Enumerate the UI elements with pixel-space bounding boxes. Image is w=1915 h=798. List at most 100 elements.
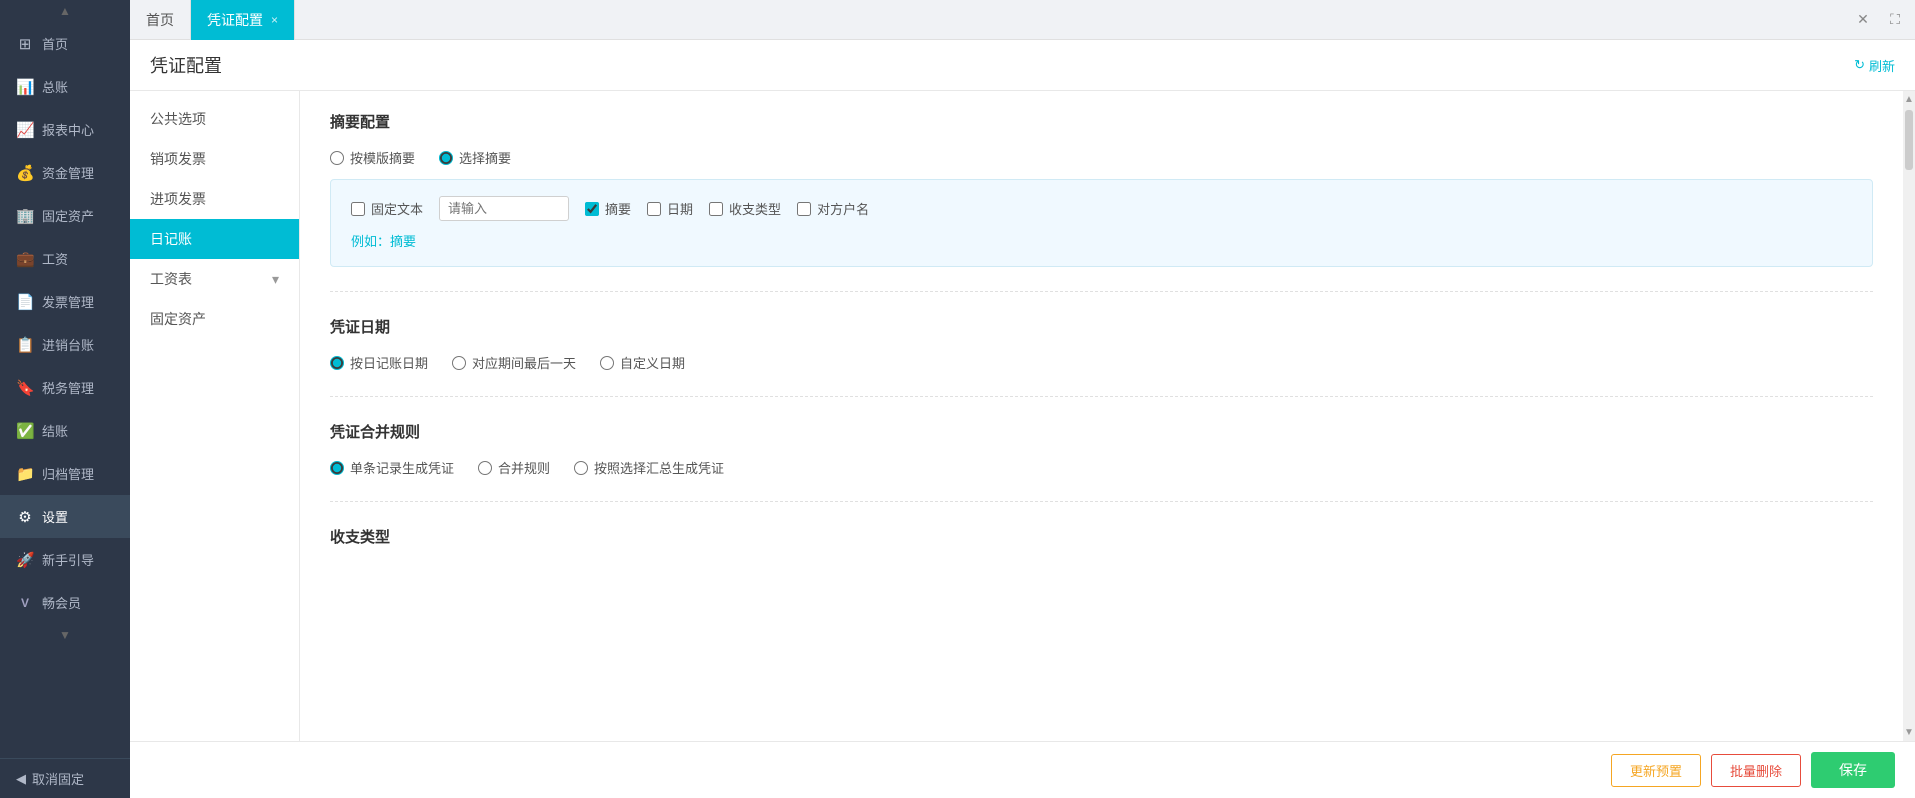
pin-icon: ◀ — [16, 771, 26, 787]
income-type-checkbox[interactable]: 收支类型 — [709, 199, 781, 218]
assets-icon: 🏢 — [16, 207, 34, 225]
sidebar-item-invoice-mgmt[interactable]: 📄 发票管理 — [0, 280, 130, 323]
tax-icon: 🔖 — [16, 379, 34, 397]
tab-voucher-config[interactable]: 凭证配置 × — [191, 0, 295, 40]
date-title: 凭证日期 — [330, 316, 1873, 337]
left-nav-journal[interactable]: 日记账 — [130, 219, 299, 259]
single-record-radio[interactable]: 单条记录生成凭证 — [330, 458, 454, 477]
update-preview-button[interactable]: 更新预置 — [1611, 754, 1701, 787]
left-nav-label: 进项发票 — [150, 189, 206, 209]
left-nav: 公共选项 销项发票 进项发票 日记账 工资表 ▾ 固定资产 — [130, 91, 300, 741]
date-checkbox[interactable]: 日期 — [647, 199, 693, 218]
sidebar-scroll-up[interactable]: ▲ — [0, 0, 130, 22]
merge-rule-label: 合并规则 — [498, 458, 550, 477]
refresh-label: 刷新 — [1869, 56, 1895, 75]
fixed-text-field[interactable] — [439, 196, 569, 221]
tab-close-button[interactable]: × — [271, 13, 278, 27]
income-type-label: 收支类型 — [729, 199, 781, 218]
fixed-text-checkbox[interactable]: 固定文本 — [351, 199, 423, 218]
example-value: 摘要 — [390, 234, 416, 249]
sidebar-item-member[interactable]: V 畅会员 — [0, 581, 130, 624]
page-header: 凭证配置 ↻ 刷新 — [130, 40, 1915, 91]
abstract-select-input[interactable] — [439, 151, 453, 165]
sidebar-item-reports[interactable]: 📈 报表中心 — [0, 108, 130, 151]
single-record-input[interactable] — [330, 461, 344, 475]
abstract-select-label: 选择摘要 — [459, 148, 511, 167]
batch-delete-button[interactable]: 批量删除 — [1711, 754, 1801, 787]
abstract-template-radio[interactable]: 按模版摘要 — [330, 148, 415, 167]
abstract-radio-group: 按模版摘要 选择摘要 — [330, 148, 1873, 167]
income-type-title: 收支类型 — [330, 526, 1873, 547]
select-summary-input[interactable] — [574, 461, 588, 475]
sidebar-item-funds[interactable]: 💰 资金管理 — [0, 151, 130, 194]
tab-home[interactable]: 首页 — [130, 0, 191, 40]
guide-icon: 🚀 — [16, 551, 34, 569]
abstract-template-label: 按模版摘要 — [350, 148, 415, 167]
abstract-box: 固定文本 摘要 日期 收支类型 — [330, 179, 1873, 267]
custom-date-radio[interactable]: 自定义日期 — [600, 353, 685, 372]
tab-expand-button[interactable]: ⛶ — [1883, 8, 1907, 32]
abstract-template-input[interactable] — [330, 151, 344, 165]
scroll-thumb[interactable] — [1905, 110, 1913, 170]
sidebar-item-label: 首页 — [42, 34, 68, 53]
sidebar-item-sales-ledger[interactable]: 📋 进销台账 — [0, 323, 130, 366]
sidebar-item-settle[interactable]: ✅ 结账 — [0, 409, 130, 452]
income-type-section: 收支类型 — [330, 526, 1873, 587]
scroll-up-arrow[interactable]: ▲ — [1903, 91, 1915, 108]
chevron-down-icon: ▾ — [272, 271, 279, 288]
invoice-mgmt-icon: 📄 — [16, 293, 34, 311]
left-nav-public[interactable]: 公共选项 — [130, 99, 299, 139]
fixed-text-label: 固定文本 — [371, 199, 423, 218]
sidebar-item-settings[interactable]: ⚙ 设置 — [0, 495, 130, 538]
sidebar-item-assets[interactable]: 🏢 固定资产 — [0, 194, 130, 237]
custom-date-input[interactable] — [600, 356, 614, 370]
sidebar-item-tax[interactable]: 🔖 税务管理 — [0, 366, 130, 409]
left-nav-sales-invoice[interactable]: 销项发票 — [130, 139, 299, 179]
journal-date-input[interactable] — [330, 356, 344, 370]
date-check-label: 日期 — [667, 199, 693, 218]
sales-ledger-icon: 📋 — [16, 336, 34, 354]
counterpart-input[interactable] — [797, 202, 811, 216]
page-title: 凭证配置 — [150, 52, 222, 78]
refresh-icon: ↻ — [1854, 57, 1865, 73]
tab-close-window-button[interactable]: ✕ — [1851, 8, 1875, 32]
bottom-bar: 更新预置 批量删除 保存 — [130, 741, 1915, 798]
sidebar-item-label: 新手引导 — [42, 550, 94, 569]
sidebar-scroll-down[interactable]: ▼ — [0, 624, 130, 646]
sidebar-item-archive[interactable]: 📁 归档管理 — [0, 452, 130, 495]
sidebar-cancel-pin[interactable]: ◀ 取消固定 — [0, 758, 130, 798]
main-scrollbar[interactable]: ▲ ▼ — [1903, 91, 1915, 741]
date-check-input[interactable] — [647, 202, 661, 216]
reports-icon: 📈 — [16, 121, 34, 139]
main-area: 首页 凭证配置 × ✕ ⛶ 凭证配置 ↻ 刷新 公共选项 销项发票 进 — [130, 0, 1915, 798]
fixed-text-input[interactable] — [351, 202, 365, 216]
refresh-button[interactable]: ↻ 刷新 — [1854, 56, 1895, 75]
merge-rule-radio[interactable]: 合并规则 — [478, 458, 550, 477]
scroll-down-arrow[interactable]: ▼ — [1903, 724, 1915, 741]
sidebar-item-label: 畅会员 — [42, 593, 81, 612]
sidebar-item-salary[interactable]: 💼 工资 — [0, 237, 130, 280]
income-type-input[interactable] — [709, 202, 723, 216]
left-nav-purchase-invoice[interactable]: 进项发票 — [130, 179, 299, 219]
save-button[interactable]: 保存 — [1811, 752, 1895, 788]
period-last-input[interactable] — [452, 356, 466, 370]
sidebar-item-home[interactable]: ⊞ 首页 — [0, 22, 130, 65]
journal-date-radio[interactable]: 按日记账日期 — [330, 353, 428, 372]
home-icon: ⊞ — [16, 35, 34, 53]
sidebar-item-label: 结账 — [42, 421, 68, 440]
sidebar-item-ledger[interactable]: 📊 总账 — [0, 65, 130, 108]
left-nav-label: 销项发票 — [150, 149, 206, 169]
abstract-select-radio[interactable]: 选择摘要 — [439, 148, 511, 167]
period-last-radio[interactable]: 对应期间最后一天 — [452, 353, 576, 372]
left-nav-fixed-assets[interactable]: 固定资产 — [130, 299, 299, 339]
counterpart-checkbox[interactable]: 对方户名 — [797, 199, 869, 218]
sidebar: ▲ ⊞ 首页 📊 总账 📈 报表中心 💰 资金管理 🏢 固定资产 💼 工资 📄 … — [0, 0, 130, 798]
abstract-checkbox[interactable]: 摘要 — [585, 199, 631, 218]
left-nav-payroll[interactable]: 工资表 ▾ — [130, 259, 299, 299]
right-content: 摘要配置 按模版摘要 选择摘要 固定文本 — [300, 91, 1903, 741]
abstract-check-input[interactable] — [585, 202, 599, 216]
sidebar-item-guide[interactable]: 🚀 新手引导 — [0, 538, 130, 581]
left-nav-label: 日记账 — [150, 229, 192, 249]
select-summary-radio[interactable]: 按照选择汇总生成凭证 — [574, 458, 724, 477]
merge-rule-input[interactable] — [478, 461, 492, 475]
